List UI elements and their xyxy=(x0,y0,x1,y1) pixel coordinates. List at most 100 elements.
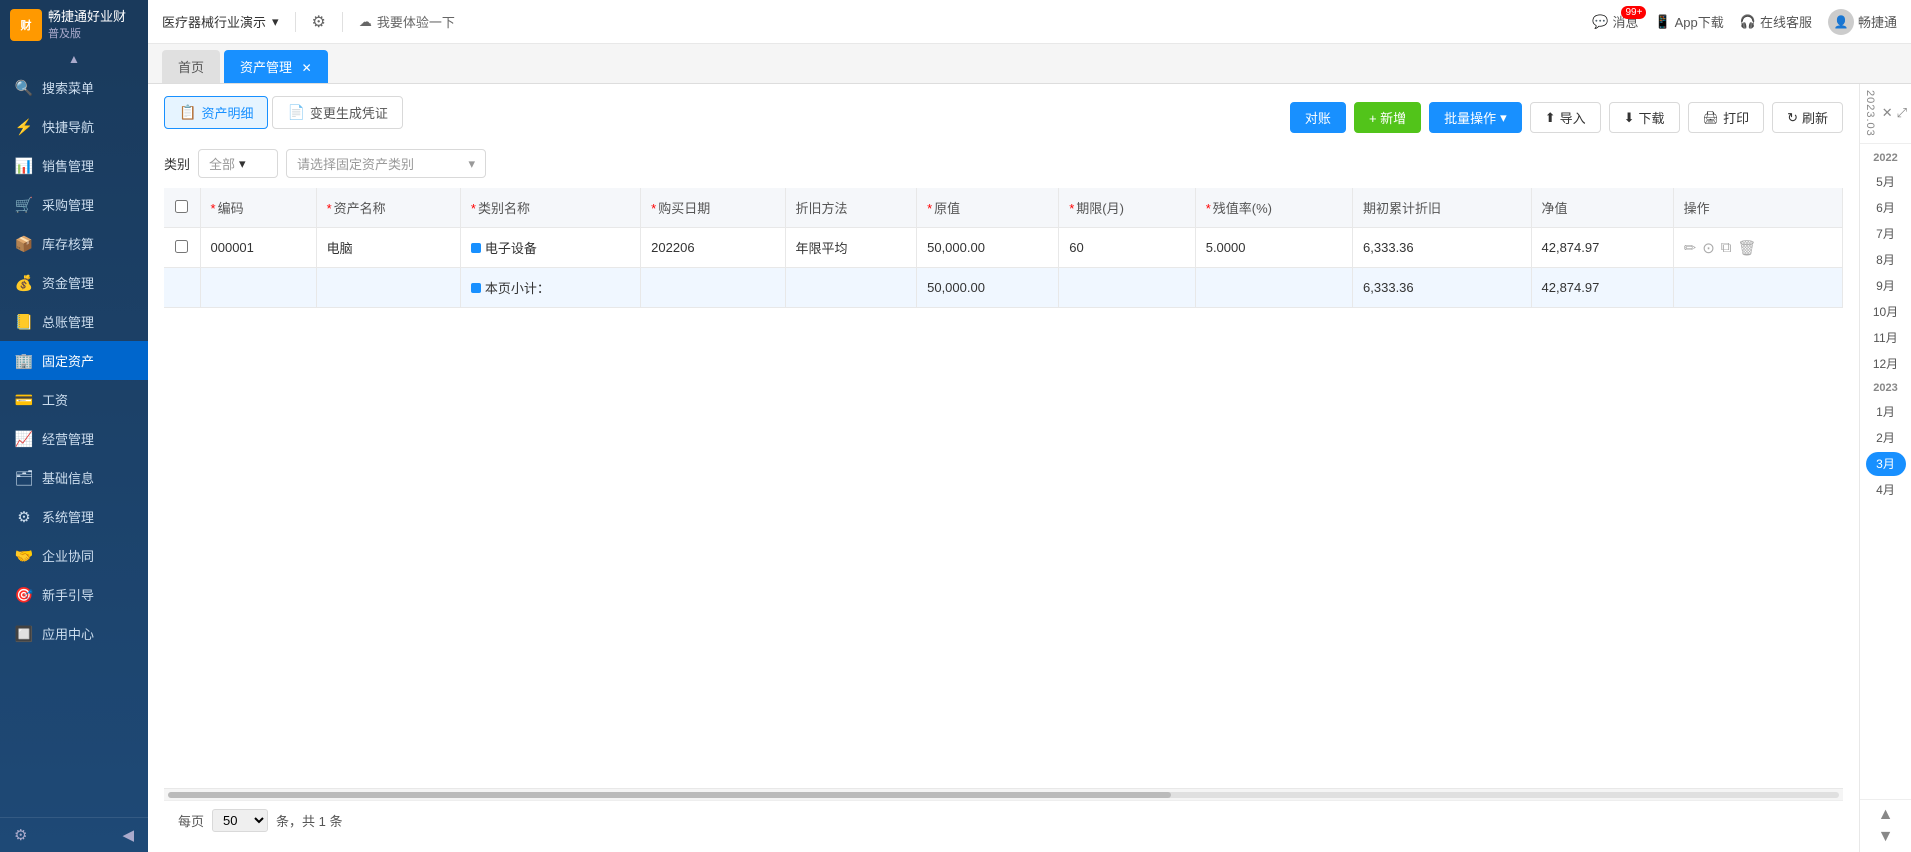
sub-tabs: 📋 资产明细 📄 变更生成凭证 xyxy=(164,96,403,129)
subtotal-empty3 xyxy=(316,268,460,308)
panel-controls: ✕ ⤢ xyxy=(1882,105,1907,121)
year-2022-label: 2022 xyxy=(1866,148,1906,168)
panel-down-btn[interactable]: ▼ xyxy=(1878,828,1894,846)
collapse-icon[interactable]: ◀ xyxy=(122,826,134,844)
tab-home[interactable]: 首页 xyxy=(162,50,220,83)
sidebar-item-cooperation[interactable]: 🤝 企业协同 xyxy=(0,536,148,575)
sidebar-scroll-up-btn[interactable]: ▲ xyxy=(68,52,80,66)
th-category: *类别名称 xyxy=(460,188,640,228)
print-icon: 🖨 xyxy=(1703,110,1720,126)
month-2022-8月[interactable]: 8月 xyxy=(1866,248,1906,272)
batch-ops-btn[interactable]: 批量操作 ▾ xyxy=(1429,102,1522,133)
print-label: 打印 xyxy=(1723,108,1749,127)
user-menu[interactable]: 👤 畅捷通 xyxy=(1828,9,1897,35)
sidebar-items-list: 🔍 搜索菜单 ⚡ 快捷导航 📊 销售管理 🛒 采购管理 📦 库存核算 💰 资金管… xyxy=(0,68,148,653)
topbar-settings-icon[interactable]: ⚙ xyxy=(312,12,326,32)
filter-category-value: 全部 xyxy=(209,154,235,173)
month-2022-11月[interactable]: 11月 xyxy=(1866,326,1906,350)
edit-icon[interactable]: ✏ xyxy=(1684,239,1697,257)
feedback-label: 我要体验一下 xyxy=(377,12,455,31)
fixed-assets-icon: 🏢 xyxy=(14,352,34,370)
month-2023-3月[interactable]: 3月 xyxy=(1866,452,1906,476)
row-checkbox[interactable] xyxy=(175,240,188,253)
messages-btn[interactable]: 💬 消息 99+ xyxy=(1592,12,1638,31)
sidebar-item-inventory[interactable]: 📦 库存核算 xyxy=(0,224,148,263)
sidebar-item-basic-info[interactable]: 🗂 基础信息 xyxy=(0,458,148,497)
cell-depreciation-method: 年限平均 xyxy=(785,228,917,268)
month-2023-1月[interactable]: 1月 xyxy=(1866,400,1906,424)
right-panel-header: 2023.03 ✕ ⤢ xyxy=(1860,84,1911,144)
duplicate-icon[interactable]: ⧉ xyxy=(1721,239,1732,256)
feedback-btn[interactable]: ☁ 我要体验一下 xyxy=(359,12,455,31)
sidebar-item-label-fixed-assets: 固定资产 xyxy=(42,351,94,370)
sub-tab-voucher[interactable]: 📄 变更生成凭证 xyxy=(272,96,402,129)
refresh-btn[interactable]: ↻ 刷新 xyxy=(1772,102,1843,133)
sidebar: 财 畅捷通好业财 普及版 ▲ 🔍 搜索菜单 ⚡ 快捷导航 📊 销售管理 🛒 采购… xyxy=(0,0,148,852)
sidebar-item-payroll[interactable]: 💳 工资 xyxy=(0,380,148,419)
download-label: 下载 xyxy=(1639,108,1665,127)
month-2022-7月[interactable]: 7月 xyxy=(1866,222,1906,246)
sidebar-item-label-purchase: 采购管理 xyxy=(42,195,94,214)
sidebar-item-guide[interactable]: 🎯 新手引导 xyxy=(0,575,148,614)
panel-close-btn[interactable]: ✕ xyxy=(1882,105,1893,121)
month-2022-12月[interactable]: 12月 xyxy=(1866,352,1906,376)
filter-category-select[interactable]: 全部 ▾ xyxy=(198,149,278,178)
category-color-badge xyxy=(471,243,481,253)
tabs-bar: 首页 资产管理 ✕ xyxy=(148,44,1911,84)
table-scrollbar[interactable] xyxy=(164,788,1843,800)
month-2023-4月[interactable]: 4月 xyxy=(1866,478,1906,502)
month-2022-5月[interactable]: 5月 xyxy=(1866,170,1906,194)
sidebar-item-label-cooperation: 企业协同 xyxy=(42,546,94,565)
dropdown-icon: ▾ xyxy=(272,14,279,30)
scrollbar-track xyxy=(168,792,1839,798)
subtotal-label-cell: 本页小计： xyxy=(460,268,640,308)
main-area: 医疗器械行业演示 ▾ ⚙ ☁ 我要体验一下 💬 消息 99+ 📱 App下载 🎧… xyxy=(148,0,1911,852)
sidebar-item-app-center[interactable]: 🔲 应用中心 xyxy=(0,614,148,653)
delete-icon[interactable]: 🗑 xyxy=(1737,239,1756,257)
print-btn[interactable]: 🖨 打印 xyxy=(1688,102,1765,133)
sub-tab-asset-detail[interactable]: 📋 资产明细 xyxy=(164,96,268,129)
sidebar-item-fixed-assets[interactable]: 🏢 固定资产 xyxy=(0,341,148,380)
copy-icon[interactable]: ⊙ xyxy=(1702,239,1715,257)
table-body: 000001 电脑 电子设备 202206 年限平均 50,000.00 xyxy=(164,228,1843,308)
new-btn[interactable]: + 新增 xyxy=(1354,102,1421,133)
panel-expand-btn[interactable]: ⤢ xyxy=(1897,105,1907,121)
online-service-btn[interactable]: 🎧 在线客服 xyxy=(1740,12,1812,31)
download-btn[interactable]: ⬇ 下载 xyxy=(1609,102,1680,133)
payroll-icon: 💳 xyxy=(14,391,34,409)
month-2022-6月[interactable]: 6月 xyxy=(1866,196,1906,220)
company-selector[interactable]: 医疗器械行业演示 ▾ xyxy=(162,12,279,31)
sidebar-item-purchase[interactable]: 🛒 采购管理 xyxy=(0,185,148,224)
cell-actions: ✏ ⊙ ⧉ 🗑 xyxy=(1673,228,1842,268)
filter-category-arrow: ▾ xyxy=(239,156,246,172)
sidebar-item-sales[interactable]: 📊 销售管理 xyxy=(0,146,148,185)
month-2022-10月[interactable]: 10月 xyxy=(1866,300,1906,324)
th-purchase-date: *购买日期 xyxy=(641,188,785,228)
tab-close-btn[interactable]: ✕ xyxy=(302,61,312,75)
per-page-select[interactable]: 50 100 xyxy=(212,809,268,832)
duizhang-btn[interactable]: 对账 xyxy=(1290,102,1346,133)
tab-asset-management[interactable]: 资产管理 ✕ xyxy=(224,50,328,83)
sidebar-item-system[interactable]: ⚙ 系统管理 xyxy=(0,497,148,536)
th-code: *编码 xyxy=(200,188,316,228)
month-2023-2月[interactable]: 2月 xyxy=(1866,426,1906,450)
sidebar-item-search[interactable]: 🔍 搜索菜单 xyxy=(0,68,148,107)
subtotal-original-value: 50,000.00 xyxy=(917,268,1059,308)
filter-category-input[interactable]: 请选择固定资产类别 ▾ xyxy=(286,149,486,178)
sidebar-item-general-ledger[interactable]: 📒 总账管理 xyxy=(0,302,148,341)
calendar-months: 20225月6月7月8月9月10月11月12月20231月2月3月4月 xyxy=(1860,144,1911,799)
select-all-checkbox[interactable] xyxy=(175,200,188,213)
app-download-btn[interactable]: 📱 App下载 xyxy=(1654,12,1723,31)
import-btn[interactable]: ⬆ 导入 xyxy=(1530,102,1601,133)
logo-text: 畅捷通好业财 xyxy=(48,9,126,26)
right-panel-date-label: 2023.03 xyxy=(1864,90,1876,137)
sidebar-item-quick-nav[interactable]: ⚡ 快捷导航 xyxy=(0,107,148,146)
settings-icon[interactable]: ⚙ xyxy=(14,826,27,844)
asset-table: *编码 *资产名称 *类别名称 *购买日期 折旧方法 *原值 *期限(月) *残… xyxy=(164,188,1843,308)
sidebar-item-operations[interactable]: 📈 经营管理 xyxy=(0,419,148,458)
quick-nav-icon: ⚡ xyxy=(14,118,34,136)
sidebar-item-capital[interactable]: 💰 资金管理 xyxy=(0,263,148,302)
panel-up-btn[interactable]: ▲ xyxy=(1878,806,1894,824)
pagination: 每页 50 100 条，共 1 条 xyxy=(164,800,1843,840)
month-2022-9月[interactable]: 9月 xyxy=(1866,274,1906,298)
